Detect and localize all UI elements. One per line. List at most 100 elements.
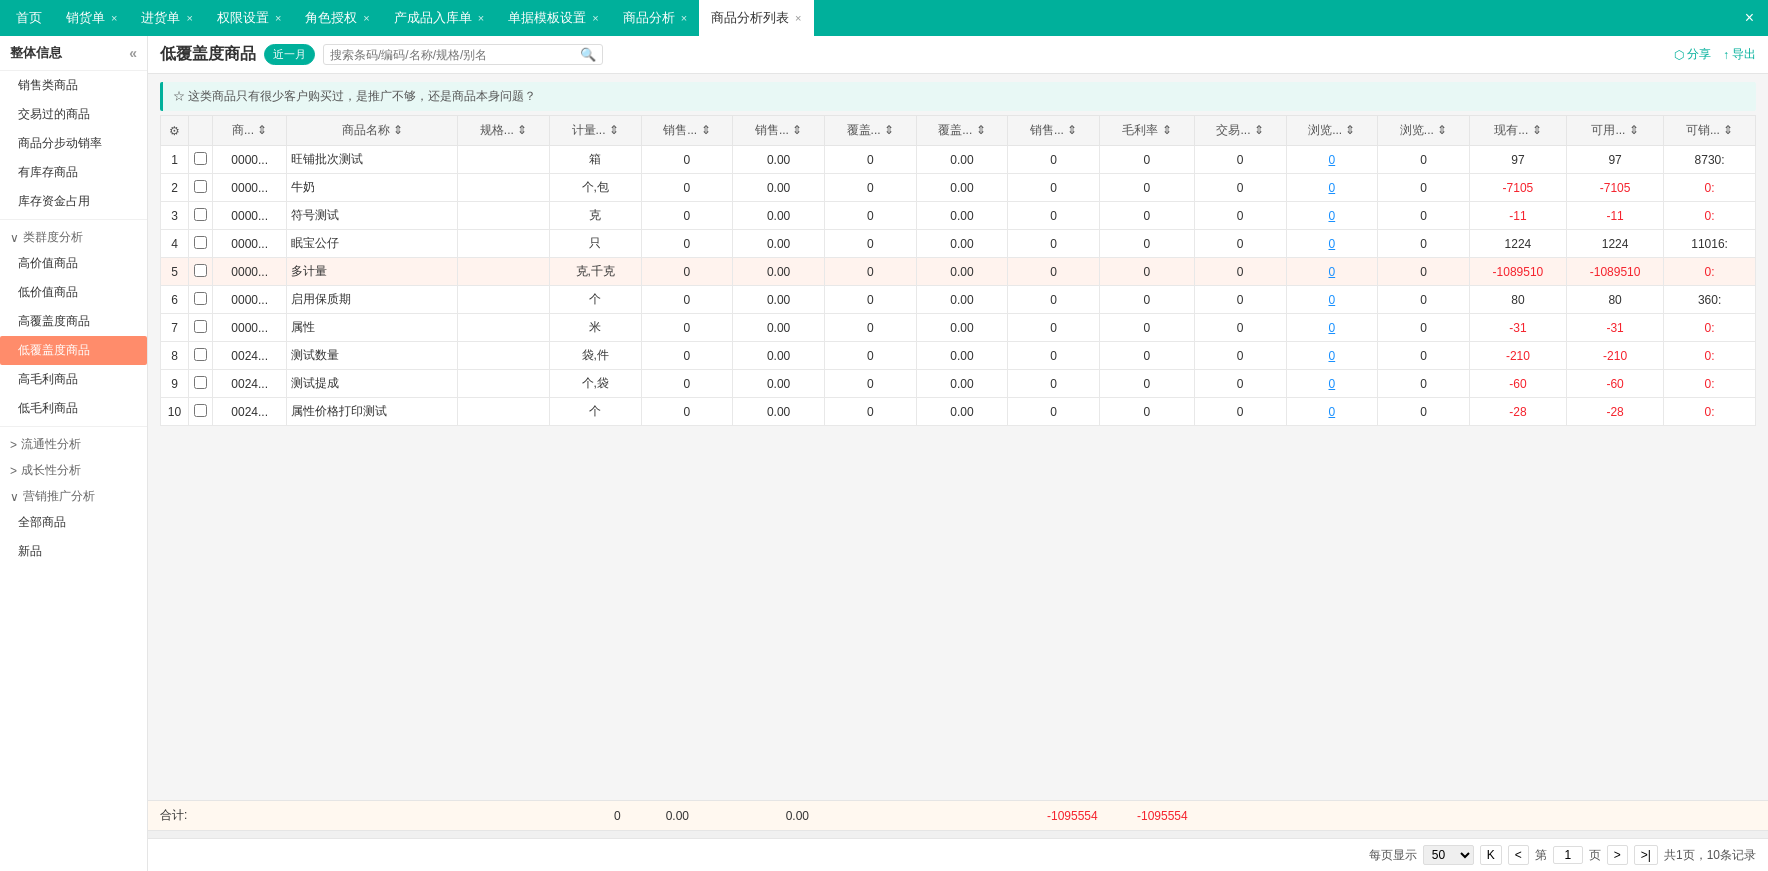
- sidebar-item-traded-goods[interactable]: 交易过的商品: [0, 100, 147, 129]
- cell-cover2: 0.00: [916, 342, 1008, 370]
- sidebar-item-low-value[interactable]: 低价值商品: [0, 278, 147, 307]
- cell-name: 测试提成: [287, 370, 458, 398]
- cell-view1[interactable]: 0: [1286, 258, 1378, 286]
- col-stock1[interactable]: 现有... ⇕: [1469, 116, 1566, 146]
- filter-recent-month[interactable]: 近一月: [264, 44, 315, 65]
- prev-page-button[interactable]: <: [1508, 845, 1529, 865]
- sidebar-item-low-coverage[interactable]: 低覆盖度商品: [0, 336, 147, 365]
- col-code[interactable]: 商... ⇕: [213, 116, 287, 146]
- nav-permissions[interactable]: 权限设置 ×: [205, 0, 293, 36]
- last-page-button[interactable]: >|: [1634, 845, 1658, 865]
- nav-product-analysis[interactable]: 商品分析 ×: [611, 0, 699, 36]
- cell-checkbox[interactable]: [189, 258, 213, 286]
- sidebar-item-turnover-rate[interactable]: 商品分步动销率: [0, 129, 147, 158]
- table-container[interactable]: ⚙ 商... ⇕ 商品名称 ⇕ 规格... ⇕ 计量... ⇕ 销售... ⇕ …: [160, 115, 1756, 800]
- export-button[interactable]: ↑ 导出: [1723, 46, 1756, 63]
- cell-sales3: 0: [1008, 146, 1100, 174]
- cell-view1[interactable]: 0: [1286, 146, 1378, 174]
- page-title: 低覆盖度商品: [160, 44, 256, 65]
- col-spec[interactable]: 规格... ⇕: [458, 116, 550, 146]
- nav-sales-order[interactable]: 销货单 ×: [54, 0, 129, 36]
- cell-view1[interactable]: 0: [1286, 342, 1378, 370]
- nav-close-icon[interactable]: ×: [478, 12, 484, 24]
- cell-checkbox[interactable]: [189, 398, 213, 426]
- cell-view1[interactable]: 0: [1286, 286, 1378, 314]
- nav-close-icon[interactable]: ×: [275, 12, 281, 24]
- cell-checkbox[interactable]: [189, 286, 213, 314]
- cell-checkbox[interactable]: [189, 146, 213, 174]
- sidebar-item-all-goods[interactable]: 全部商品: [0, 508, 147, 537]
- sidebar-item-high-value[interactable]: 高价值商品: [0, 249, 147, 278]
- cell-checkbox[interactable]: [189, 174, 213, 202]
- nav-role-auth[interactable]: 角色授权 ×: [293, 0, 381, 36]
- col-trans[interactable]: 交易... ⇕: [1194, 116, 1286, 146]
- sidebar-group-marketing[interactable]: ∨ 营销推广分析: [0, 482, 147, 508]
- cell-view1[interactable]: 0: [1286, 398, 1378, 426]
- cell-code: 0000...: [213, 230, 287, 258]
- cell-cover2: 0.00: [916, 174, 1008, 202]
- cell-checkbox[interactable]: [189, 370, 213, 398]
- col-stock2[interactable]: 可用... ⇕: [1567, 116, 1664, 146]
- cell-view1[interactable]: 0: [1286, 174, 1378, 202]
- col-settings[interactable]: ⚙: [161, 116, 189, 146]
- nav-close-icon[interactable]: ×: [795, 12, 801, 24]
- cell-view1[interactable]: 0: [1286, 314, 1378, 342]
- sidebar-item-high-coverage[interactable]: 高覆盖度商品: [0, 307, 147, 336]
- sidebar-group-growth[interactable]: > 成长性分析: [0, 456, 147, 482]
- cell-view2: 0: [1378, 342, 1470, 370]
- col-sales1[interactable]: 销售... ⇕: [641, 116, 733, 146]
- cell-checkbox[interactable]: [189, 314, 213, 342]
- cell-trans: 0: [1194, 370, 1286, 398]
- sidebar-item-new-goods[interactable]: 新品: [0, 537, 147, 566]
- col-sales3[interactable]: 销售... ⇕: [1008, 116, 1100, 146]
- sidebar-item-low-profit[interactable]: 低毛利商品: [0, 394, 147, 423]
- sidebar-item-sales-goods[interactable]: 销售类商品: [0, 71, 147, 100]
- sidebar-collapse-button[interactable]: «: [129, 45, 137, 61]
- cell-cover2: 0.00: [916, 286, 1008, 314]
- col-cover2[interactable]: 覆盖... ⇕: [916, 116, 1008, 146]
- nav-close-icon[interactable]: ×: [681, 12, 687, 24]
- cell-checkbox[interactable]: [189, 230, 213, 258]
- cell-view1[interactable]: 0: [1286, 230, 1378, 258]
- col-view2[interactable]: 浏览... ⇕: [1378, 116, 1470, 146]
- table-row: 9 0024... 测试提成 个,袋 0 0.00 0 0.00 0 0 0 0…: [161, 370, 1756, 398]
- nav-product-analysis-list[interactable]: 商品分析列表 ×: [699, 0, 813, 36]
- col-profit[interactable]: 毛利率 ⇕: [1099, 116, 1194, 146]
- sidebar-item-in-stock[interactable]: 有库存商品: [0, 158, 147, 187]
- sidebar-item-high-profit[interactable]: 高毛利商品: [0, 365, 147, 394]
- share-button[interactable]: ⬡ 分享: [1674, 46, 1711, 63]
- col-unit[interactable]: 计量... ⇕: [549, 116, 641, 146]
- cell-view1[interactable]: 0: [1286, 202, 1378, 230]
- col-name[interactable]: 商品名称 ⇕: [287, 116, 458, 146]
- nav-close-icon[interactable]: ×: [186, 12, 192, 24]
- nav-product-entry[interactable]: 产成品入库单 ×: [382, 0, 496, 36]
- cell-checkbox[interactable]: [189, 342, 213, 370]
- cell-cover2: 0.00: [916, 314, 1008, 342]
- nav-close-icon[interactable]: ×: [111, 12, 117, 24]
- cell-spec: [458, 230, 550, 258]
- nav-home[interactable]: 首页: [4, 0, 54, 36]
- sidebar-item-capital[interactable]: 库存资金占用: [0, 187, 147, 216]
- sidebar-group-flow[interactable]: > 流通性分析: [0, 430, 147, 456]
- per-page-select[interactable]: 50 100 200: [1423, 845, 1474, 865]
- sidebar-group-cluster[interactable]: ∨ 类群度分析: [0, 223, 147, 249]
- col-cover1[interactable]: 覆盖... ⇕: [824, 116, 916, 146]
- cell-sales1: 0: [641, 342, 733, 370]
- cell-view1[interactable]: 0: [1286, 370, 1378, 398]
- window-close-button[interactable]: ×: [1735, 9, 1764, 27]
- nav-close-icon[interactable]: ×: [363, 12, 369, 24]
- nav-purchase-order[interactable]: 进货单 ×: [129, 0, 204, 36]
- nav-template-settings[interactable]: 单据模板设置 ×: [496, 0, 610, 36]
- col-sales2[interactable]: 销售... ⇕: [733, 116, 825, 146]
- data-table: ⚙ 商... ⇕ 商品名称 ⇕ 规格... ⇕ 计量... ⇕ 销售... ⇕ …: [160, 115, 1756, 426]
- cell-name: 测试数量: [287, 342, 458, 370]
- col-stock3[interactable]: 可销... ⇕: [1664, 116, 1756, 146]
- first-page-button[interactable]: K: [1480, 845, 1502, 865]
- nav-close-icon[interactable]: ×: [592, 12, 598, 24]
- col-view1[interactable]: 浏览... ⇕: [1286, 116, 1378, 146]
- cell-checkbox[interactable]: [189, 202, 213, 230]
- cell-name: 属性价格打印测试: [287, 398, 458, 426]
- search-input[interactable]: [330, 48, 576, 62]
- page-input[interactable]: [1553, 846, 1583, 864]
- next-page-button[interactable]: >: [1607, 845, 1628, 865]
